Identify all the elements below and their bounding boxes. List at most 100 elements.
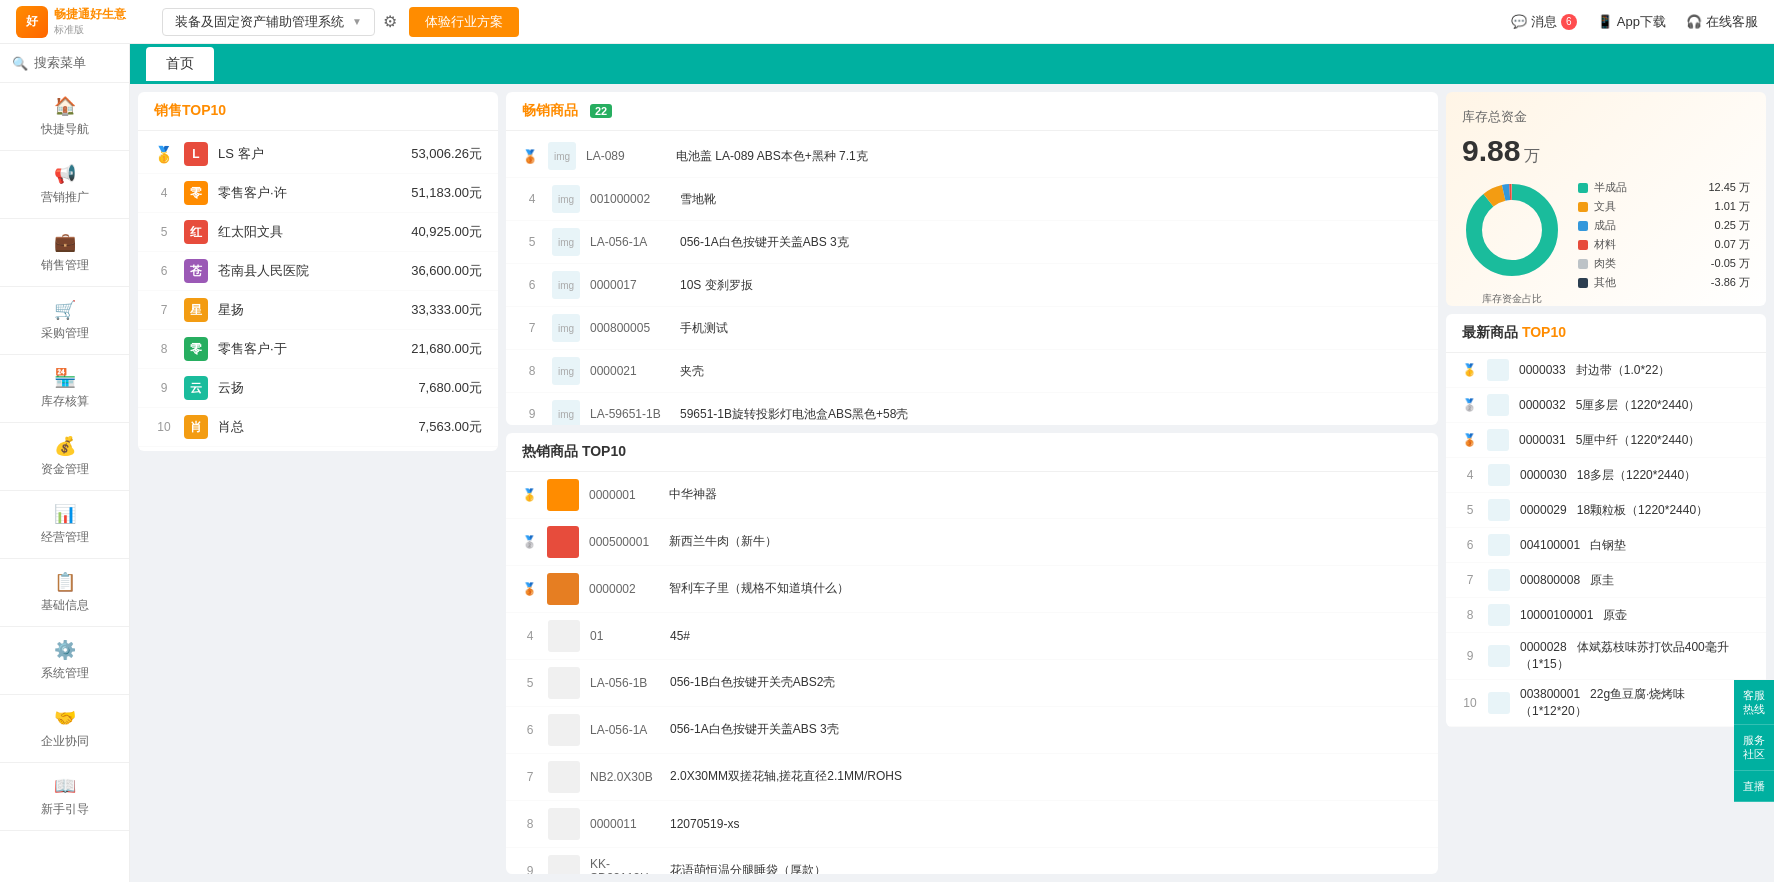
product-name: 手机测试 [680,320,1422,337]
sidebar-item-enterprise[interactable]: 🤝 企业协同 [0,695,129,763]
product-item: 5 img LA-056-1A 056-1A白色按键开关盖ABS 3克 [506,221,1438,264]
hot-name: 新西兰牛肉（新牛） [669,533,1422,550]
tab-home-label: 首页 [166,55,194,71]
sidebar-item-finance[interactable]: 💰 资金管理 [0,423,129,491]
customer-amount-5: 33,333.00元 [411,301,482,319]
legend-item-4: 肉类 -0.05 万 [1578,256,1750,271]
newest-info: 0000029 18颗粒板（1220*2440） [1520,502,1750,519]
legend-name-0: 半成品 [1594,180,1702,195]
newest-item: 🥇 0000033 封边带（1.0*22） [1446,353,1766,388]
list-item: 6 苍 苍南县人民医院 36,600.00元 [138,252,498,291]
inventory-panel: 库存总资金 9.88 万 [1446,92,1766,306]
product-name: 10S 变刹罗扳 [680,277,1422,294]
newest-name: 原壶 [1603,608,1627,622]
newest-img [1488,692,1510,714]
sidebar-item-label-basic: 基础信息 [41,597,89,614]
tab-home[interactable]: 首页 [146,47,214,81]
sidebar-item-system[interactable]: ⚙️ 系统管理 [0,627,129,695]
hot-code: LA-056-1B [590,676,660,690]
product-code: LA-59651-1B [590,407,670,421]
bestseller-list: 🥉 img LA-089 电池盖 LA-089 ABS本色+黑种 7.1克 4 … [506,131,1438,425]
sidebar-item-purchase[interactable]: 🛒 采购管理 [0,287,129,355]
newest-code: 0000032 [1519,398,1566,412]
app-download-button[interactable]: 📱 App下载 [1597,13,1666,31]
avatar-7: 云 [184,376,208,400]
sidebar-item-home[interactable]: 🏠 快捷导航 [0,83,129,151]
legend-item-2: 成品 0.25 万 [1578,218,1750,233]
sidebar-item-basic[interactable]: 📋 基础信息 [0,559,129,627]
message-button[interactable]: 💬 消息 6 [1511,13,1577,31]
product-code: 000800005 [590,321,670,335]
newest-code: 0000028 [1520,640,1567,654]
legend-name-3: 材料 [1594,237,1709,252]
service-button[interactable]: 🎧 在线客服 [1686,13,1758,31]
legend-name-2: 成品 [1594,218,1709,233]
newest-products-header: 最新商品 TOP10 [1446,314,1766,353]
hot-rank: 9 [522,864,538,874]
customer-name-7: 云扬 [218,379,408,397]
newest-name: 18颗粒板（1220*2440） [1577,503,1708,517]
avatar-4: 苍 [184,259,208,283]
inventory-icon: 🏪 [54,367,76,389]
newest-code: 0000033 [1519,363,1566,377]
legend-val-2: 0.25 万 [1715,218,1750,233]
sidebar-item-newbie[interactable]: 📖 新手引导 [0,763,129,831]
product-thumb: img [552,357,580,385]
list-item: 🥇 L LS 客户 53,006.26元 [138,135,498,174]
sidebar: 🔍 搜索菜单 🏠 快捷导航 📢 营销推广 💼 销售管理 🛒 采购管理 🏪 库存核… [0,44,130,882]
trial-button[interactable]: 体验行业方案 [409,7,519,37]
float-btn-live[interactable]: 直播 [1734,771,1774,802]
sidebar-item-sales[interactable]: 💼 销售管理 [0,219,129,287]
customer-amount-6: 21,680.00元 [411,340,482,358]
hot-item: 6 LA-056-1A 056-1A白色按键开关盖ABS 3壳 [506,707,1438,754]
hot-item: 9 KK-SD22110H 花语萌恒温分腿睡袋（厚款） [506,848,1438,874]
product-code: 0000021 [590,364,670,378]
hot-img-9 [548,855,580,874]
system-selector[interactable]: 装备及固定资产辅助管理系统 ▼ [162,8,375,36]
hot-code: 0000011 [590,817,660,831]
float-btn-community[interactable]: 服务 社区 [1734,725,1774,771]
hot-img-6 [548,714,580,746]
product-name: 056-1A白色按键开关盖ABS 3克 [680,234,1422,251]
newest-img [1487,394,1509,416]
sidebar-item-label-home: 快捷导航 [41,121,89,138]
newest-info: 004100001 白钢垫 [1520,537,1750,554]
float-btn-service[interactable]: 客服 热线 [1734,680,1774,726]
hot-name: 花语萌恒温分腿睡袋（厚款） [670,862,1422,874]
rank-num: 9 [522,407,542,421]
legend-name-5: 其他 [1594,275,1705,290]
search-menu-item[interactable]: 🔍 搜索菜单 [0,44,129,83]
legend-val-0: 12.45 万 [1708,180,1750,195]
newest-top10-label: TOP10 [1522,324,1566,340]
product-item: 4 img 001000002 雪地靴 [506,178,1438,221]
newest-info: 003800001 22g鱼豆腐·烧烤味（1*12*20） [1520,686,1750,720]
content-area: 销售TOP10 🥇 L LS 客户 53,006.26元 4 零 零售客户·许 [130,84,1774,882]
customer-amount-8: 7,563.00元 [418,418,482,436]
legend-val-1: 1.01 万 [1715,199,1750,214]
inventory-title: 库存总资金 [1462,108,1750,126]
sidebar-item-management[interactable]: 📊 经营管理 [0,491,129,559]
customer-amount-3: 40,925.00元 [411,223,482,241]
sidebar-item-label-system: 系统管理 [41,665,89,682]
rank-num-6: 8 [154,342,174,356]
sidebar-item-marketing[interactable]: 📢 营销推广 [0,151,129,219]
legend-item-3: 材料 0.07 万 [1578,237,1750,252]
newest-item: 7 000800008 原圭 [1446,563,1766,598]
list-item: 9 云 云扬 7,680.00元 [138,369,498,408]
product-code: 0000017 [590,278,670,292]
hot-code: 01 [590,629,660,643]
newest-name: 原圭 [1590,573,1614,587]
settings-icon[interactable]: ⚙ [383,12,397,31]
product-name: 电池盖 LA-089 ABS本色+黑种 7.1克 [676,148,1422,165]
float-buttons: 客服 热线 服务 社区 直播 [1734,680,1774,802]
hot-code: KK-SD22110H [590,857,660,874]
hot-rank: 4 [522,629,538,643]
left-section: 销售TOP10 🥇 L LS 客户 53,006.26元 4 零 零售客户·许 [138,92,498,874]
sidebar-item-label-purchase: 采购管理 [41,325,89,342]
hot-rank: 7 [522,770,538,784]
sidebar-item-label-management: 经营管理 [41,529,89,546]
top-right-area: 💬 消息 6 📱 App下载 🎧 在线客服 [1511,13,1758,31]
newest-img [1488,534,1510,556]
main-content: 首页 销售TOP10 🥇 L LS 客户 53,006.26元 [130,44,1774,882]
sidebar-item-inventory[interactable]: 🏪 库存核算 [0,355,129,423]
